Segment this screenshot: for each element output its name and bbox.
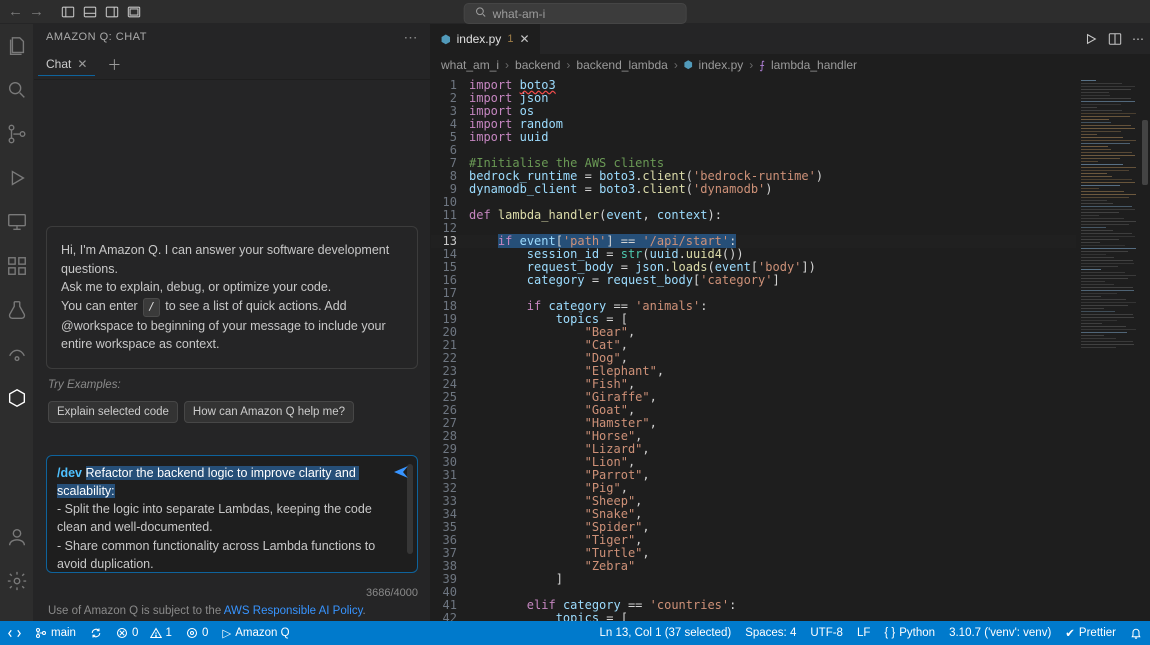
forward-arrow-icon[interactable]: → xyxy=(29,3,44,20)
policy-text: Use of Amazon Q is subject to the AWS Re… xyxy=(34,605,430,621)
policy-link[interactable]: AWS Responsible AI Policy xyxy=(224,605,363,617)
char-count: 3686/4000 xyxy=(46,587,418,599)
split-editor-icon[interactable] xyxy=(1108,32,1122,46)
chat-input-content: /dev Refactor the backend logic to impro… xyxy=(57,464,389,573)
python-file-icon: ⬢ xyxy=(441,33,451,46)
example-help-button[interactable]: How can Amazon Q help me? xyxy=(184,401,354,423)
title-bar: ← → what-am-i xyxy=(0,0,1150,24)
status-python-env[interactable]: 3.10.7 ('venv': venv) xyxy=(949,627,1051,639)
status-language[interactable]: { } Python xyxy=(884,627,935,639)
status-eol[interactable]: LF xyxy=(857,627,870,639)
layout-bottom-icon[interactable] xyxy=(82,4,98,20)
settings-gear-icon[interactable] xyxy=(5,569,29,593)
chat-input-scrollbar[interactable] xyxy=(407,464,413,554)
status-prettier[interactable]: ✔ Prettier xyxy=(1065,626,1116,640)
function-icon: ⨍ xyxy=(759,59,765,72)
status-branch[interactable]: main xyxy=(35,627,76,639)
chat-tab-close-icon[interactable]: ✕ xyxy=(77,57,87,71)
intro-line3: You can enter / to see a list of quick a… xyxy=(61,297,403,354)
chat-input[interactable]: /dev Refactor the backend logic to impro… xyxy=(46,455,418,573)
panel-title: AMAZON Q: CHAT xyxy=(46,31,147,43)
amazon-q-icon[interactable] xyxy=(5,386,29,410)
editor-more-icon[interactable]: ⋯ xyxy=(1132,32,1144,46)
layout-right-icon[interactable] xyxy=(104,4,120,20)
py-file-icon: ⬢ xyxy=(684,60,693,71)
slash-key-badge: / xyxy=(143,298,160,317)
intro-card: Hi, I'm Amazon Q. I can answer your soft… xyxy=(46,226,418,369)
run-debug-icon[interactable] xyxy=(5,166,29,190)
status-spaces[interactable]: Spaces: 4 xyxy=(745,627,796,639)
account-icon[interactable] xyxy=(5,525,29,549)
live-share-icon[interactable] xyxy=(5,342,29,366)
minimap[interactable] xyxy=(1076,76,1150,621)
status-ports[interactable]: 0 xyxy=(186,627,208,639)
examples-label: Try Examples: xyxy=(46,379,418,391)
amazon-q-chat-panel: AMAZON Q: CHAT ⋯ Chat ✕ ＋ Hi, I'm Amazon… xyxy=(34,24,431,621)
intro-line2: Ask me to explain, debug, or optimize yo… xyxy=(61,278,403,297)
remote-indicator[interactable] xyxy=(8,627,21,640)
search-icon xyxy=(475,6,487,21)
tab-close-icon[interactable]: ✕ xyxy=(519,32,529,46)
chat-tab-label: Chat xyxy=(46,57,71,71)
layout-left-icon[interactable] xyxy=(60,4,76,20)
editor-area: ⬢ index.py 1 ✕ ⋯ what_am_i› backend› bac… xyxy=(431,24,1150,621)
status-encoding[interactable]: UTF-8 xyxy=(810,627,843,639)
code-editor[interactable]: 1import boto32import json3import os4impo… xyxy=(431,76,1076,621)
editor-tab-index[interactable]: ⬢ index.py 1 ✕ xyxy=(431,24,541,54)
status-bell-icon[interactable] xyxy=(1130,627,1142,639)
breadcrumbs[interactable]: what_am_i› backend› backend_lambda› ⬢ in… xyxy=(431,54,1150,76)
activity-search-icon[interactable] xyxy=(5,78,29,102)
example-explain-button[interactable]: Explain selected code xyxy=(48,401,178,423)
status-amazonq[interactable]: ▷ Amazon Q xyxy=(222,626,289,640)
status-problems[interactable]: 0 1 xyxy=(116,627,172,639)
run-file-icon[interactable] xyxy=(1084,32,1098,46)
status-bar: main 0 1 0 ▷ Amazon Q Ln 13, Col 1 (37 s… xyxy=(0,621,1150,645)
extensions-icon[interactable] xyxy=(5,254,29,278)
source-control-icon[interactable] xyxy=(5,122,29,146)
remote-explorer-icon[interactable] xyxy=(5,210,29,234)
command-center-text: what-am-i xyxy=(493,7,546,21)
status-selection[interactable]: Ln 13, Col 1 (37 selected) xyxy=(600,627,732,639)
new-chat-tab-button[interactable]: ＋ xyxy=(99,51,129,79)
command-center-search[interactable]: what-am-i xyxy=(464,3,687,24)
chat-tab[interactable]: Chat ✕ xyxy=(38,53,95,76)
panel-more-icon[interactable]: ⋯ xyxy=(404,29,419,46)
testing-icon[interactable] xyxy=(5,298,29,322)
files-icon[interactable] xyxy=(5,34,29,58)
intro-line1: Hi, I'm Amazon Q. I can answer your soft… xyxy=(61,241,403,279)
layout-panel-icon[interactable] xyxy=(126,4,142,20)
status-sync[interactable] xyxy=(90,627,102,639)
activity-bar xyxy=(0,24,34,621)
back-arrow-icon[interactable]: ← xyxy=(8,3,23,20)
